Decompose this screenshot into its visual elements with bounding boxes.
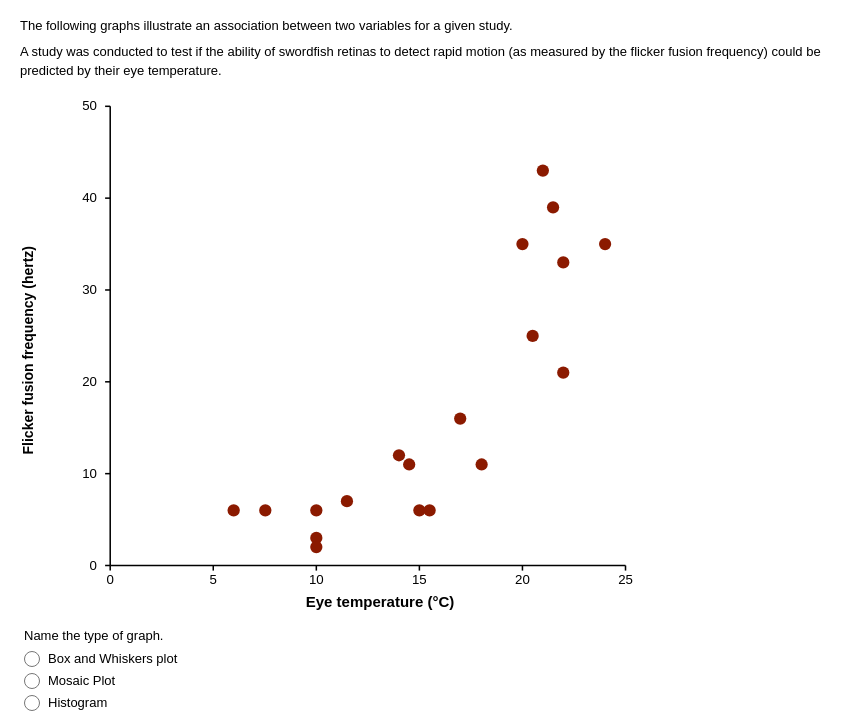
data-point: [547, 201, 559, 213]
radio-box-whiskers[interactable]: [24, 651, 40, 667]
svg-text:10: 10: [82, 465, 97, 480]
data-point: [557, 256, 569, 268]
option-mosaic[interactable]: Mosaic Plot: [24, 673, 838, 689]
data-point: [599, 237, 611, 249]
intro-line2: A study was conducted to test if the abi…: [20, 42, 838, 81]
chart-area: Flicker fusion frequency (hertz) 0 10 20: [20, 91, 838, 610]
radio-mosaic[interactable]: [24, 673, 40, 689]
data-point: [527, 329, 539, 341]
data-point: [557, 366, 569, 378]
data-point: [423, 504, 435, 516]
label-mosaic: Mosaic Plot: [48, 673, 115, 688]
data-point: [310, 504, 322, 516]
data-point: [259, 504, 271, 516]
data-point: [403, 458, 415, 470]
data-point: [454, 412, 466, 424]
data-point: [393, 449, 405, 461]
label-box-whiskers: Box and Whiskers plot: [48, 651, 177, 666]
svg-text:0: 0: [90, 557, 97, 572]
svg-text:50: 50: [82, 98, 97, 113]
svg-text:10: 10: [309, 571, 324, 586]
svg-text:30: 30: [82, 282, 97, 297]
svg-text:40: 40: [82, 190, 97, 205]
question-section: Name the type of graph. Box and Whiskers…: [20, 628, 838, 715]
option-box-whiskers[interactable]: Box and Whiskers plot: [24, 651, 838, 667]
svg-text:5: 5: [210, 571, 217, 586]
chart-container: 0 10 20 30 40 50 0 5 10: [40, 91, 660, 591]
data-point: [516, 237, 528, 249]
intro-line1: The following graphs illustrate an assoc…: [20, 16, 838, 36]
data-point: [341, 495, 353, 507]
label-histogram: Histogram: [48, 695, 107, 710]
radio-histogram[interactable]: [24, 695, 40, 711]
data-point: [310, 541, 322, 553]
scatter-plot-svg: 0 10 20 30 40 50 0 5 10: [40, 91, 660, 591]
y-axis-label: Flicker fusion frequency (hertz): [20, 246, 36, 454]
data-point: [476, 458, 488, 470]
svg-text:20: 20: [515, 571, 530, 586]
svg-text:25: 25: [618, 571, 633, 586]
option-histogram[interactable]: Histogram: [24, 695, 838, 711]
data-point: [228, 504, 240, 516]
data-point: [537, 164, 549, 176]
svg-text:15: 15: [412, 571, 427, 586]
question-prompt: Name the type of graph.: [24, 628, 838, 643]
x-axis-label: Eye temperature (°C): [100, 593, 660, 610]
svg-text:0: 0: [107, 571, 114, 586]
svg-text:20: 20: [82, 373, 97, 388]
